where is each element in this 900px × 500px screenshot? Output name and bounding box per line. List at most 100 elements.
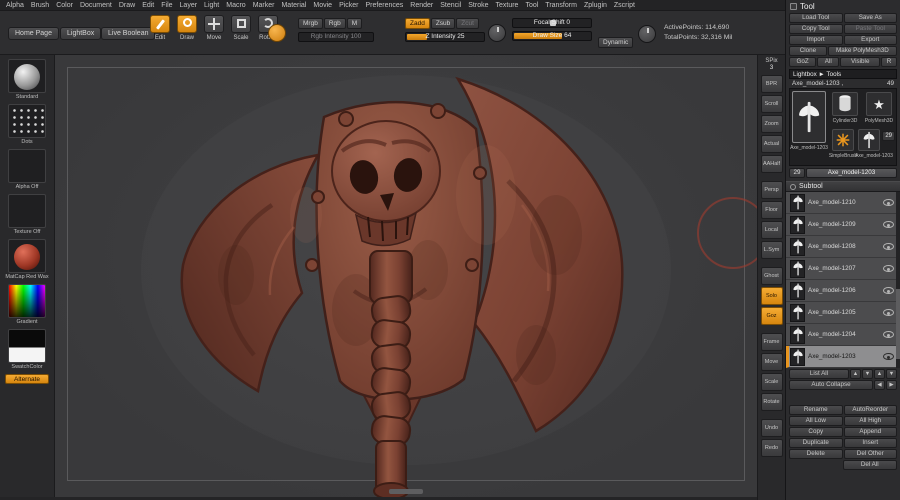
axe-model[interactable] [55, 55, 757, 497]
canvas-scroll-handle[interactable] [389, 489, 423, 494]
visibility-eye-icon[interactable] [883, 265, 894, 272]
cylinder3d-thumbnail[interactable] [832, 92, 858, 116]
menu-item[interactable]: Preferences [366, 2, 404, 9]
delete-button[interactable]: Delete [789, 449, 843, 459]
del-all-button[interactable]: Del All [842, 460, 897, 470]
active-tool-thumbnail[interactable] [792, 91, 826, 143]
menu-item[interactable]: Color [56, 2, 73, 9]
subtool-row[interactable]: Axe_model-1209 [786, 214, 900, 236]
menu-item[interactable]: Render [410, 2, 433, 9]
duplicate-button[interactable]: Duplicate [789, 438, 843, 448]
auto-collapse-button[interactable]: Auto Collapse [789, 380, 873, 390]
subtool-row[interactable]: Axe_model-1204 [786, 324, 900, 346]
edit-mode-button[interactable]: Edit [148, 15, 172, 41]
menu-item[interactable]: Light [204, 2, 219, 9]
append-button[interactable]: Append [843, 427, 897, 437]
draw-size-slider[interactable]: Draw Size 64 [512, 31, 592, 41]
menu-item[interactable]: Zscript [614, 2, 635, 9]
menu-item[interactable]: Macro [226, 2, 245, 9]
sculpt-mode-button[interactable]: Zsub [430, 18, 456, 29]
menu-item[interactable]: Layer [180, 2, 198, 9]
right-shelf-button[interactable]: Move [760, 353, 783, 371]
menu-item[interactable]: Tool [525, 2, 538, 9]
visibility-eye-icon[interactable] [883, 331, 894, 338]
right-shelf-button[interactable]: Rotate [760, 393, 783, 411]
visibility-eye-icon[interactable] [883, 199, 894, 206]
swatch-selector[interactable]: SwatchColor [5, 329, 49, 370]
subtool-scrollbar-thumb[interactable] [896, 288, 900, 360]
focal-shift-slider[interactable]: Focal Shift 0 [512, 18, 592, 28]
menu-item[interactable]: Brush [31, 2, 49, 9]
subtool-row[interactable]: Axe_model-1203 [786, 346, 900, 368]
alternate-button[interactable]: Alternate [5, 374, 49, 384]
rename-button[interactable]: Rename [789, 405, 843, 415]
menu-item[interactable]: Movie [313, 2, 332, 9]
subtool-nav-arrow-button[interactable]: ▲ [874, 369, 885, 379]
right-shelf-button[interactable]: Frame [760, 333, 783, 351]
menu-item[interactable]: Material [281, 2, 306, 9]
right-shelf-button[interactable]: Zoom [760, 115, 783, 133]
viewport[interactable] [55, 55, 757, 497]
all-high-button[interactable]: All High [843, 416, 897, 426]
menu-item[interactable]: Draw [119, 2, 135, 9]
goz-visible-button[interactable]: Visible [840, 57, 881, 67]
right-shelf-button[interactable]: Floor [760, 201, 783, 219]
subtool-nav-arrow-button[interactable]: ▼ [862, 369, 873, 379]
alpha-selector[interactable]: Alpha Off [5, 149, 49, 190]
right-shelf-button[interactable]: Undo [760, 419, 783, 437]
goz-button[interactable]: GoZ [789, 57, 817, 67]
points-dial-icon[interactable] [638, 25, 656, 43]
paint-mode-button[interactable]: M [346, 18, 363, 29]
save-as-button[interactable]: Save As [843, 13, 897, 23]
right-shelf-button[interactable]: Actual [760, 135, 783, 153]
subtool-collapse-arrow-button[interactable]: ▶ [886, 380, 897, 390]
menu-item[interactable]: Texture [495, 2, 518, 9]
right-shelf-button[interactable]: AAHalf [760, 155, 783, 173]
make-polymesh3d-button[interactable]: Make PolyMesh3D [827, 46, 897, 56]
z-intensity-slider[interactable]: Z Intensity 25 [405, 32, 485, 42]
subtool-row[interactable]: Axe_model-1205 [786, 302, 900, 324]
visibility-eye-icon[interactable] [883, 309, 894, 316]
scale-mode-button[interactable]: Scale [229, 15, 253, 41]
right-shelf-button[interactable]: Ghost [760, 267, 783, 285]
subtool-row[interactable]: Axe_model-1206 [786, 280, 900, 302]
color-picker[interactable]: Gradient [5, 284, 49, 325]
sculpt-mode-button[interactable]: Zadd [405, 18, 430, 29]
list-all-button[interactable]: List All [789, 369, 849, 379]
menu-item[interactable]: Transform [545, 2, 577, 9]
subtool-nav-arrow-button[interactable]: ▲ [850, 369, 861, 379]
right-shelf-button[interactable]: Redo [760, 439, 783, 457]
spix-slider[interactable]: SPix 3 [758, 58, 785, 72]
auto-reorder-button[interactable]: AutoReorder [843, 405, 897, 415]
visibility-eye-icon[interactable] [883, 221, 894, 228]
clone-button[interactable]: Clone [789, 46, 827, 56]
active-tool-name-bar[interactable]: Axe_model-1203 [806, 168, 897, 178]
import-button[interactable]: Import [789, 35, 843, 45]
lightbox-tools-breadcrumb[interactable]: Lightbox ► Tools [789, 69, 897, 79]
visibility-eye-icon[interactable] [883, 243, 894, 250]
brush-selector[interactable]: Standard [5, 59, 49, 100]
subtool-scrollbar[interactable] [896, 192, 900, 368]
right-shelf-button[interactable]: Scale [760, 373, 783, 391]
move-mode-button[interactable]: Move [202, 15, 226, 41]
sculpt-mode-button[interactable]: Zcut [456, 18, 479, 29]
del-other-button[interactable]: Del Other [843, 449, 897, 459]
copy-tool-button[interactable]: Copy Tool [789, 24, 843, 34]
material-selector[interactable]: MatCap Red Wax [5, 239, 49, 280]
dynamic-button[interactable]: Dynamic [598, 37, 634, 48]
subtool-row[interactable]: Axe_model-1207 [786, 258, 900, 280]
right-shelf-button[interactable]: Local [760, 221, 783, 239]
menu-item[interactable]: Document [80, 2, 112, 9]
menu-item[interactable]: Stroke [468, 2, 488, 9]
subtool-collapse-arrow-button[interactable]: ◀ [874, 380, 885, 390]
insert-button[interactable]: Insert [843, 438, 897, 448]
recent-axe-thumbnail[interactable] [858, 129, 880, 151]
right-shelf-button[interactable]: Goz [760, 307, 783, 325]
texture-selector[interactable]: Texture Off [5, 194, 49, 235]
polymesh3d-star-thumbnail[interactable]: ★ [866, 92, 892, 116]
subtool-row[interactable]: Axe_model-1210 [786, 192, 900, 214]
paint-mode-button[interactable]: Mrgb [298, 18, 323, 29]
visibility-eye-icon[interactable] [883, 353, 894, 360]
paste-tool-button[interactable]: Paste Tool [843, 24, 897, 34]
visibility-eye-icon[interactable] [883, 287, 894, 294]
